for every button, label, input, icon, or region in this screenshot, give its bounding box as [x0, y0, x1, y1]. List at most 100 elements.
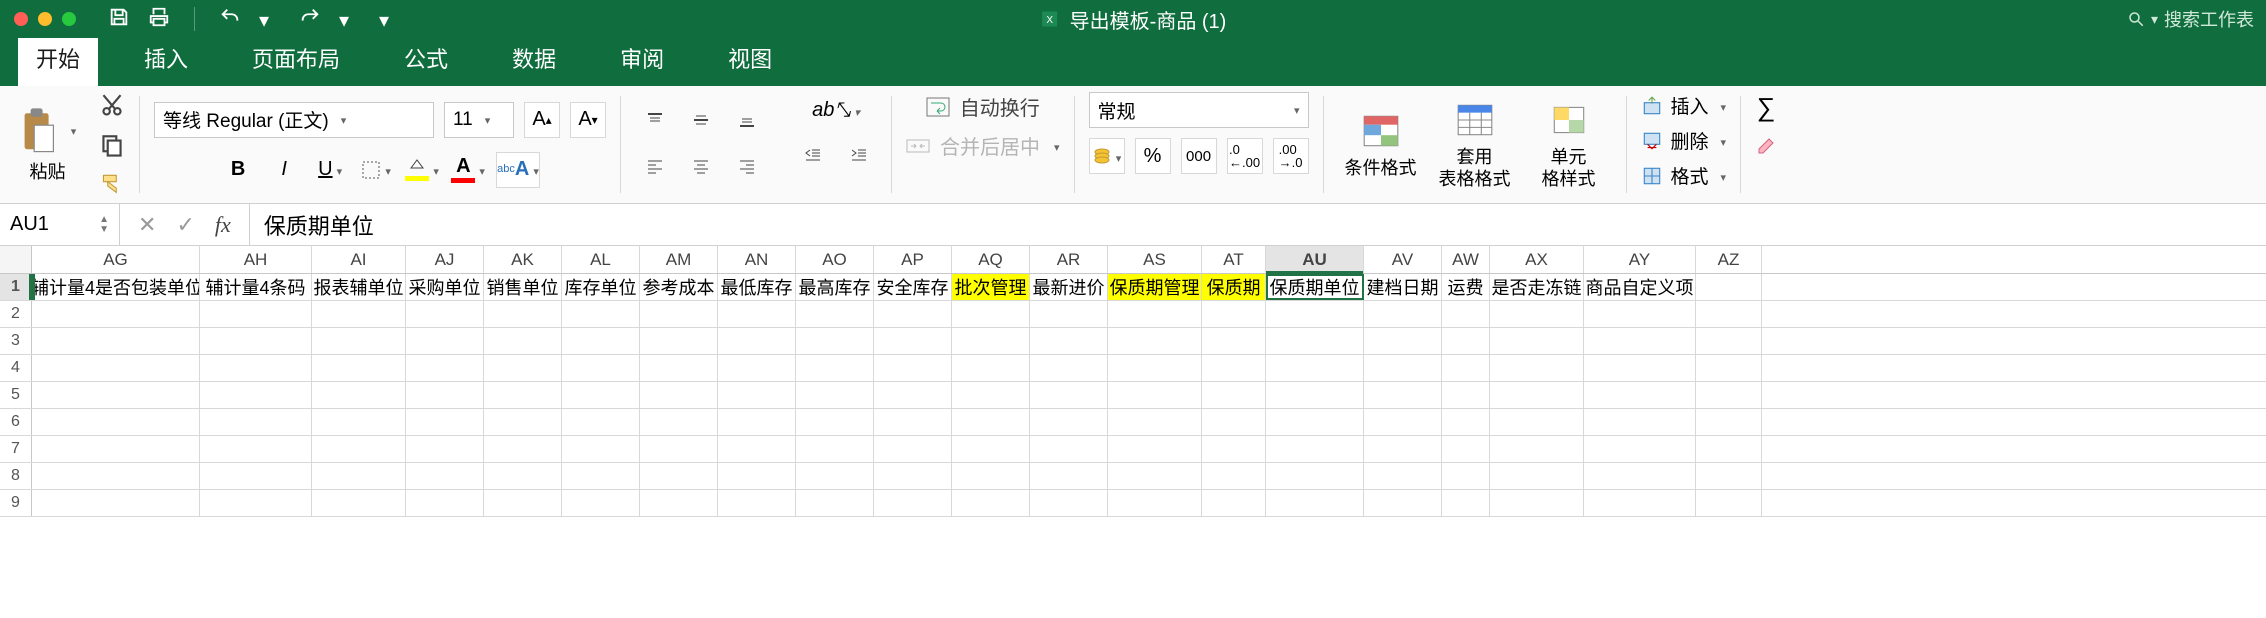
cell-AN9[interactable]: [718, 490, 796, 516]
cell-AS7[interactable]: [1108, 436, 1202, 462]
cell-AS8[interactable]: [1108, 463, 1202, 489]
undo-dropdown-icon[interactable]: ▾: [259, 8, 281, 30]
cell-AU6[interactable]: [1266, 409, 1364, 435]
cell-AY4[interactable]: [1584, 355, 1696, 381]
cell-AS6[interactable]: [1108, 409, 1202, 435]
cell-AZ1[interactable]: [1696, 274, 1762, 300]
cell-AO4[interactable]: [796, 355, 874, 381]
cell-AW6[interactable]: [1442, 409, 1490, 435]
cell-AR3[interactable]: [1030, 328, 1108, 354]
cell-AM1[interactable]: 参考成本: [640, 274, 718, 300]
align-right-icon[interactable]: [727, 148, 767, 184]
cell-AY2[interactable]: [1584, 301, 1696, 327]
cell-AX5[interactable]: [1490, 382, 1584, 408]
cell-AL9[interactable]: [562, 490, 640, 516]
cell-AW1[interactable]: 运费: [1442, 274, 1490, 300]
cell-AP7[interactable]: [874, 436, 952, 462]
column-header-AI[interactable]: AI: [312, 246, 406, 273]
cell-AS3[interactable]: [1108, 328, 1202, 354]
align-bottom-icon[interactable]: [727, 102, 767, 138]
cell-AV4[interactable]: [1364, 355, 1442, 381]
comma-button[interactable]: 000: [1181, 138, 1217, 174]
insert-cells-button[interactable]: 插入: [1641, 92, 1727, 119]
cell-AX6[interactable]: [1490, 409, 1584, 435]
cell-AT8[interactable]: [1202, 463, 1266, 489]
cell-AQ1[interactable]: 批次管理: [952, 274, 1030, 300]
cell-AR7[interactable]: [1030, 436, 1108, 462]
cell-AU1[interactable]: 保质期单位: [1266, 274, 1364, 300]
merge-center-button[interactable]: 合并后居中: [906, 131, 1060, 160]
column-header-AJ[interactable]: AJ: [406, 246, 484, 273]
tab-insert[interactable]: 插入: [126, 32, 206, 86]
cell-AJ4[interactable]: [406, 355, 484, 381]
undo-icon[interactable]: [219, 6, 241, 33]
cell-AH6[interactable]: [200, 409, 312, 435]
cell-AN1[interactable]: 最低库存: [718, 274, 796, 300]
cell-AM7[interactable]: [640, 436, 718, 462]
cell-AN4[interactable]: [718, 355, 796, 381]
clear-icon[interactable]: [1755, 133, 1777, 155]
cell-AX8[interactable]: [1490, 463, 1584, 489]
cell-AV6[interactable]: [1364, 409, 1442, 435]
cell-AH8[interactable]: [200, 463, 312, 489]
number-format-select[interactable]: 常规: [1089, 92, 1309, 128]
cell-AU4[interactable]: [1266, 355, 1364, 381]
cell-AZ9[interactable]: [1696, 490, 1762, 516]
tab-formulas[interactable]: 公式: [386, 32, 466, 86]
cell-AW2[interactable]: [1442, 301, 1490, 327]
cell-AH4[interactable]: [200, 355, 312, 381]
cell-AW8[interactable]: [1442, 463, 1490, 489]
cell-AS9[interactable]: [1108, 490, 1202, 516]
format-table-button[interactable]: 套用 表格格式: [1432, 99, 1518, 190]
cell-AO5[interactable]: [796, 382, 874, 408]
row-header-6[interactable]: 6: [0, 409, 32, 435]
cell-AQ9[interactable]: [952, 490, 1030, 516]
paste-icon[interactable]: [19, 106, 59, 154]
cell-AK4[interactable]: [484, 355, 562, 381]
cell-AU9[interactable]: [1266, 490, 1364, 516]
tab-view[interactable]: 视图: [710, 32, 790, 86]
row-header-9[interactable]: 9: [0, 490, 32, 516]
tab-layout[interactable]: 页面布局: [234, 32, 358, 86]
cell-AH2[interactable]: [200, 301, 312, 327]
cell-AY9[interactable]: [1584, 490, 1696, 516]
cell-AV7[interactable]: [1364, 436, 1442, 462]
row-header-3[interactable]: 3: [0, 328, 32, 354]
cell-AX1[interactable]: 是否走冻链: [1490, 274, 1584, 300]
column-header-AU[interactable]: AU: [1266, 246, 1364, 273]
cell-AG6[interactable]: [32, 409, 200, 435]
cell-AX2[interactable]: [1490, 301, 1584, 327]
row-header-7[interactable]: 7: [0, 436, 32, 462]
minimize-window-button[interactable]: [38, 12, 52, 26]
cell-AY8[interactable]: [1584, 463, 1696, 489]
cell-AT6[interactable]: [1202, 409, 1266, 435]
cell-AJ3[interactable]: [406, 328, 484, 354]
cell-AM8[interactable]: [640, 463, 718, 489]
cell-AT4[interactable]: [1202, 355, 1266, 381]
row-header-2[interactable]: 2: [0, 301, 32, 327]
cell-AY1[interactable]: 商品自定义项: [1584, 274, 1696, 300]
save-icon[interactable]: [108, 6, 130, 33]
column-header-AO[interactable]: AO: [796, 246, 874, 273]
decrease-indent-icon[interactable]: [795, 138, 831, 174]
cell-AO7[interactable]: [796, 436, 874, 462]
cell-styles-button[interactable]: 单元 格样式: [1526, 99, 1612, 190]
cell-AG2[interactable]: [32, 301, 200, 327]
orientation-button[interactable]: ab⤡: [811, 92, 861, 128]
cell-AQ5[interactable]: [952, 382, 1030, 408]
column-header-AN[interactable]: AN: [718, 246, 796, 273]
font-color-button[interactable]: A: [450, 152, 486, 188]
column-header-AM[interactable]: AM: [640, 246, 718, 273]
column-header-AV[interactable]: AV: [1364, 246, 1442, 273]
cell-AM3[interactable]: [640, 328, 718, 354]
cell-AR9[interactable]: [1030, 490, 1108, 516]
maximize-window-button[interactable]: [62, 12, 76, 26]
column-header-AP[interactable]: AP: [874, 246, 952, 273]
cell-AW3[interactable]: [1442, 328, 1490, 354]
tab-review[interactable]: 审阅: [602, 32, 682, 86]
cell-AT5[interactable]: [1202, 382, 1266, 408]
cell-AL8[interactable]: [562, 463, 640, 489]
column-header-AX[interactable]: AX: [1490, 246, 1584, 273]
cell-AQ3[interactable]: [952, 328, 1030, 354]
cell-AO1[interactable]: 最高库存: [796, 274, 874, 300]
